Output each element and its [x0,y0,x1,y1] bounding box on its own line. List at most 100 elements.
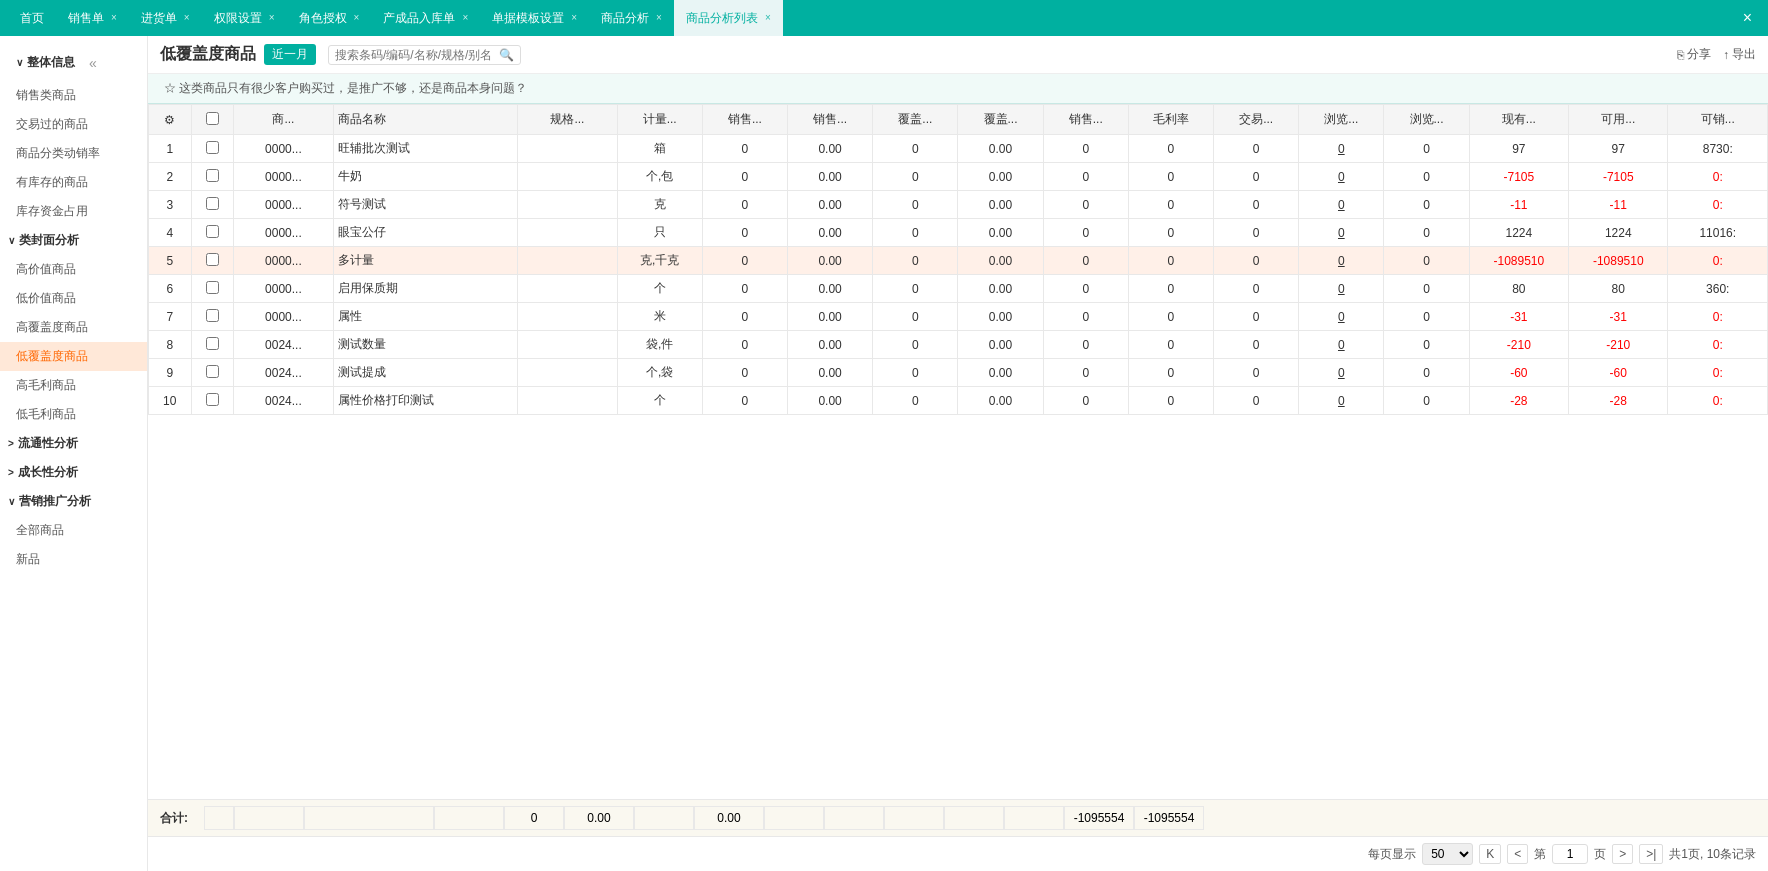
row-coverage2: 0.00 [958,387,1043,415]
nav-production[interactable]: 产成品入库单 × [371,0,480,36]
sidebar-whole-info-header[interactable]: ∨ 整体信息 [8,48,83,77]
first-page-button[interactable]: K [1479,844,1501,864]
col-header-coverage2[interactable]: 覆盖... [958,105,1043,135]
per-page-select[interactable]: 50 20 100 [1422,843,1473,865]
row-check[interactable] [191,303,234,331]
col-header-sales-ratio[interactable]: 销售... [1043,105,1128,135]
row-check[interactable] [191,163,234,191]
col-header-sellable[interactable]: 可销... [1668,105,1768,135]
sidebar-growth-header[interactable]: > 成长性分析 [0,458,147,487]
row-check[interactable] [191,359,234,387]
row-browse1[interactable]: 0 [1299,275,1384,303]
row-check[interactable] [191,331,234,359]
next-page-button[interactable]: > [1612,844,1633,864]
row-available-stock: -31 [1569,303,1668,331]
nav-analysis-list-close[interactable]: × [765,0,771,36]
main-container: ∨ 整体信息 « 销售类商品 交易过的商品 商品分类动销率 有库存的商品 库存资… [0,36,1768,871]
sidebar-collapse-button[interactable]: « [87,53,99,73]
total-info: 共1页, 10条记录 [1669,846,1756,863]
nav-home[interactable]: 首页 [8,0,56,36]
row-check[interactable] [191,135,234,163]
row-browse1[interactable]: 0 [1299,247,1384,275]
nav-analysis[interactable]: 商品分析 × [589,0,674,36]
sidebar-item-sales-goods[interactable]: 销售类商品 [0,81,147,110]
col-header-settings[interactable]: ⚙ [149,105,192,135]
nav-template-close[interactable]: × [571,0,577,36]
row-check[interactable] [191,247,234,275]
col-header-name[interactable]: 商品名称 [333,105,518,135]
time-filter-button[interactable]: 近一月 [264,44,316,65]
row-unit: 个 [617,275,702,303]
nav-role-close[interactable]: × [354,0,360,36]
row-browse1[interactable]: 0 [1299,191,1384,219]
sidebar-item-all-goods[interactable]: 全部商品 [0,516,147,545]
col-header-sales-amt[interactable]: 销售... [788,105,873,135]
sidebar-flow-header[interactable]: > 流通性分析 [0,429,147,458]
nav-analysis-close[interactable]: × [656,0,662,36]
col-header-unit[interactable]: 计量... [617,105,702,135]
prev-page-button[interactable]: < [1507,844,1528,864]
nav-permission-close[interactable]: × [269,0,275,36]
sidebar-item-stock-capital[interactable]: 库存资金占用 [0,197,147,226]
row-browse1[interactable]: 0 [1299,303,1384,331]
sidebar-coverage-header[interactable]: ∨ 类封面分析 [0,226,147,255]
nav-analysis-list[interactable]: 商品分析列表 × [674,0,783,36]
sidebar-item-stocked-goods[interactable]: 有库存的商品 [0,168,147,197]
col-header-available-stock[interactable]: 可用... [1569,105,1668,135]
col-header-current-stock[interactable]: 现有... [1469,105,1568,135]
nav-permission[interactable]: 权限设置 × [202,0,287,36]
row-check[interactable] [191,275,234,303]
sidebar-item-high-margin[interactable]: 高毛利商品 [0,371,147,400]
sidebar-item-category-rate[interactable]: 商品分类动销率 [0,139,147,168]
export-button[interactable]: ↑ 导出 [1723,46,1756,63]
sidebar-item-high-coverage[interactable]: 高覆盖度商品 [0,313,147,342]
sidebar-item-low-coverage[interactable]: 低覆盖度商品 [0,342,147,371]
nav-purchase[interactable]: 进货单 × [129,0,202,36]
col-header-spec[interactable]: 规格... [518,105,617,135]
select-all-checkbox[interactable] [206,112,219,125]
nav-sales-close[interactable]: × [111,0,117,36]
sidebar-item-traded-goods[interactable]: 交易过的商品 [0,110,147,139]
nav-production-close[interactable]: × [462,0,468,36]
col-header-check[interactable] [191,105,234,135]
row-check[interactable] [191,219,234,247]
nav-role[interactable]: 角色授权 × [287,0,372,36]
share-button[interactable]: ⎘ 分享 [1677,46,1711,63]
col-header-gross-margin[interactable]: 毛利率 [1128,105,1213,135]
share-icon: ⎘ [1677,48,1684,62]
row-spec [518,387,617,415]
sidebar-item-new-goods[interactable]: 新品 [0,545,147,574]
sidebar-marketing-header[interactable]: ∨ 营销推广分析 [0,487,147,516]
row-check[interactable] [191,387,234,415]
row-browse1[interactable]: 0 [1299,331,1384,359]
window-close-button[interactable]: × [1735,9,1760,27]
data-table: ⚙ 商... 商品名称 规格... 计量... 销售... 销售... 覆盖..… [148,104,1768,415]
row-coverage2: 0.00 [958,163,1043,191]
row-browse1[interactable]: 0 [1299,135,1384,163]
row-transaction: 0 [1214,275,1299,303]
row-transaction: 0 [1214,135,1299,163]
nav-template[interactable]: 单据模板设置 × [480,0,589,36]
last-page-button[interactable]: >| [1639,844,1663,864]
nav-sales[interactable]: 销售单 × [56,0,129,36]
search-icon[interactable]: 🔍 [499,48,514,62]
row-browse1[interactable]: 0 [1299,359,1384,387]
col-header-coverage1[interactable]: 覆盖... [873,105,958,135]
row-browse1[interactable]: 0 [1299,387,1384,415]
col-header-browse2[interactable]: 浏览... [1384,105,1469,135]
page-input[interactable] [1552,844,1588,864]
search-input[interactable] [335,48,495,62]
col-header-code[interactable]: 商... [234,105,333,135]
row-available-stock: -1089510 [1569,247,1668,275]
row-check[interactable] [191,191,234,219]
sidebar-item-low-margin[interactable]: 低毛利商品 [0,400,147,429]
col-header-sales-qty[interactable]: 销售... [702,105,787,135]
nav-purchase-close[interactable]: × [184,0,190,36]
col-header-browse1[interactable]: 浏览... [1299,105,1384,135]
row-browse1[interactable]: 0 [1299,163,1384,191]
sidebar-item-low-value[interactable]: 低价值商品 [0,284,147,313]
row-browse1[interactable]: 0 [1299,219,1384,247]
header-actions: ⎘ 分享 ↑ 导出 [1677,46,1756,63]
col-header-transaction[interactable]: 交易... [1214,105,1299,135]
sidebar-item-high-value[interactable]: 高价值商品 [0,255,147,284]
